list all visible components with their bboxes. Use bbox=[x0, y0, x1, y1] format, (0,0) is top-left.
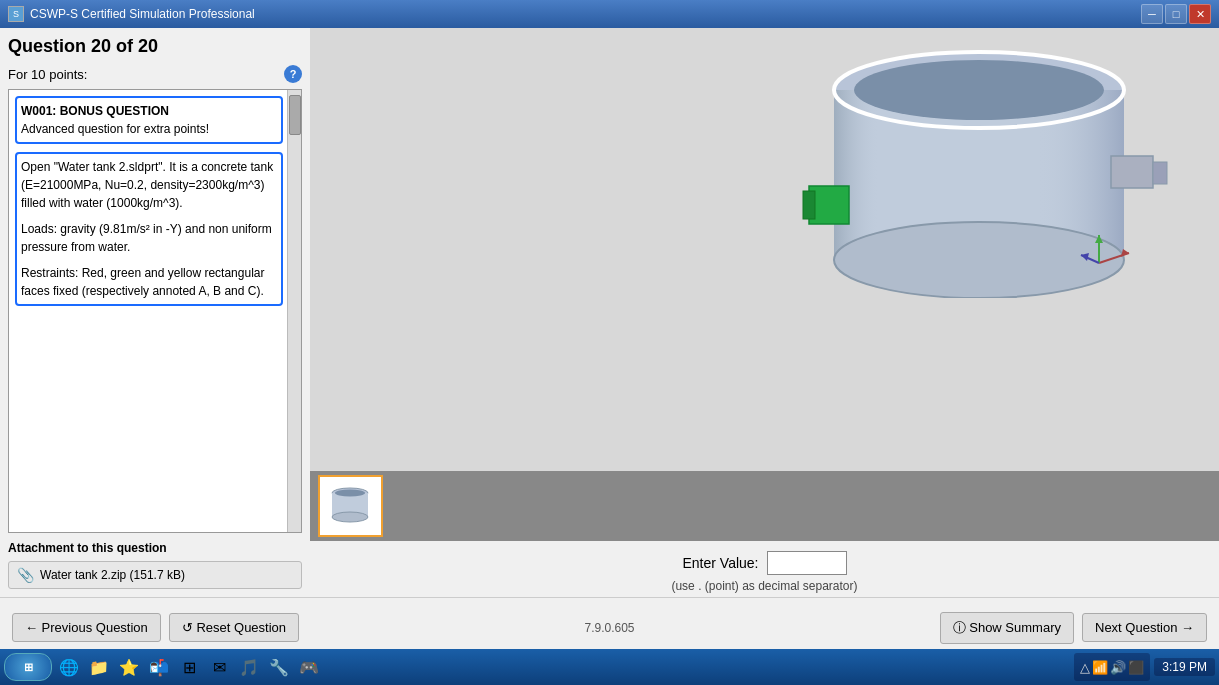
scrollbar[interactable] bbox=[287, 90, 301, 532]
question-title: Question 20 of 20 bbox=[8, 36, 302, 57]
taskbar-icon-settings[interactable]: 🔧 bbox=[266, 654, 292, 680]
question-scroll-area[interactable]: W001: BONUS QUESTION Advanced question f… bbox=[9, 90, 301, 532]
attachment-filename: Water tank 2.zip (151.7 kB) bbox=[40, 568, 185, 582]
taskbar-icon-windows[interactable]: ⊞ bbox=[176, 654, 202, 680]
enter-value-section: Enter Value: (use . (point) as decimal s… bbox=[310, 541, 1219, 597]
minimize-button[interactable]: ─ bbox=[1141, 4, 1163, 24]
main-question-box: Open "Water tank 2.sldprt". It is a conc… bbox=[15, 152, 283, 306]
thumbnail-strip bbox=[310, 471, 1219, 541]
points-row: For 10 points: ? bbox=[8, 65, 302, 83]
question-loads-text: Loads: gravity (9.81m/s² in -Y) and non … bbox=[21, 220, 277, 256]
app-title: CSWP-S Certified Simulation Professional bbox=[30, 7, 1135, 21]
points-label: For 10 points: bbox=[8, 67, 88, 82]
svg-point-3 bbox=[834, 222, 1124, 298]
help-icon[interactable]: ? bbox=[284, 65, 302, 83]
enter-value-input[interactable] bbox=[767, 551, 847, 575]
scrollbar-thumb[interactable] bbox=[289, 95, 301, 135]
window-controls[interactable]: ─ □ ✕ bbox=[1141, 4, 1211, 24]
bonus-title: W001: BONUS QUESTION bbox=[21, 102, 277, 120]
enter-value-row: Enter Value: bbox=[682, 551, 846, 575]
taskbar-icon-favorites[interactable]: ⭐ bbox=[116, 654, 142, 680]
left-panel: Question 20 of 20 For 10 points: ? W001:… bbox=[0, 28, 310, 597]
system-clock[interactable]: 3:19 PM bbox=[1154, 658, 1215, 676]
bottom-toolbar: ← Previous Question ↺ Reset Question 7.9… bbox=[0, 597, 1219, 657]
tray-volume-icon[interactable]: 🔊 bbox=[1110, 660, 1126, 675]
maximize-button[interactable]: □ bbox=[1165, 4, 1187, 24]
decimal-hint: (use . (point) as decimal separator) bbox=[671, 579, 857, 593]
attachment-button[interactable]: 📎 Water tank 2.zip (151.7 kB) bbox=[8, 561, 302, 589]
system-tray[interactable]: △ 📶 🔊 ⬛ bbox=[1074, 653, 1150, 681]
taskbar-icon-media[interactable]: 🎵 bbox=[236, 654, 262, 680]
app-icon: S bbox=[8, 6, 24, 22]
taskbar-icon-explorer[interactable]: 📁 bbox=[86, 654, 112, 680]
svg-rect-8 bbox=[1111, 156, 1153, 188]
start-button[interactable]: ⊞ bbox=[4, 653, 52, 681]
bonus-box: W001: BONUS QUESTION Advanced question f… bbox=[15, 96, 283, 144]
paperclip-icon: 📎 bbox=[17, 567, 34, 583]
version-text: 7.9.0.605 bbox=[584, 621, 634, 635]
right-panel: Enter Value: (use . (point) as decimal s… bbox=[310, 28, 1219, 597]
taskbar-icon-browser[interactable]: 🌐 bbox=[56, 654, 82, 680]
taskbar-icon-chat[interactable]: ✉ bbox=[206, 654, 232, 680]
svg-point-5 bbox=[854, 60, 1104, 120]
svg-rect-9 bbox=[1153, 162, 1167, 184]
reset-question-button[interactable]: ↺ Reset Question bbox=[169, 613, 299, 642]
tray-network-icon[interactable]: 📶 bbox=[1092, 660, 1108, 675]
show-summary-button[interactable]: ⓘ Show Summary bbox=[940, 612, 1074, 644]
viewer-main bbox=[310, 28, 1219, 471]
attachment-label: Attachment to this question bbox=[8, 541, 302, 555]
question-main-text: Open "Water tank 2.sldprt". It is a conc… bbox=[21, 158, 277, 212]
question-text-container: W001: BONUS QUESTION Advanced question f… bbox=[8, 89, 302, 533]
close-button[interactable]: ✕ bbox=[1189, 4, 1211, 24]
enter-value-label: Enter Value: bbox=[682, 555, 758, 571]
next-question-button[interactable]: Next Question → bbox=[1082, 613, 1207, 642]
svg-rect-7 bbox=[803, 191, 815, 219]
taskbar: ⊞ 🌐 📁 ⭐ 📬 ⊞ ✉ 🎵 🔧 🎮 △ 📶 🔊 ⬛ 3:19 PM bbox=[0, 649, 1219, 685]
svg-point-18 bbox=[332, 512, 368, 522]
main-content: Question 20 of 20 For 10 points: ? W001:… bbox=[0, 28, 1219, 597]
tank-3d-view bbox=[789, 38, 1169, 298]
svg-point-19 bbox=[335, 490, 365, 497]
title-bar: S CSWP-S Certified Simulation Profession… bbox=[0, 0, 1219, 28]
tray-power-icon[interactable]: ⬛ bbox=[1128, 660, 1144, 675]
taskbar-icon-mail[interactable]: 📬 bbox=[146, 654, 172, 680]
bonus-extra: Advanced question for extra points! bbox=[21, 120, 277, 138]
thumbnail-item[interactable] bbox=[318, 475, 383, 537]
question-restraints-text: Restraints: Red, green and yellow rectan… bbox=[21, 264, 277, 300]
tray-arrow-icon[interactable]: △ bbox=[1080, 660, 1090, 675]
taskbar-icon-game[interactable]: 🎮 bbox=[296, 654, 322, 680]
prev-question-button[interactable]: ← Previous Question bbox=[12, 613, 161, 642]
